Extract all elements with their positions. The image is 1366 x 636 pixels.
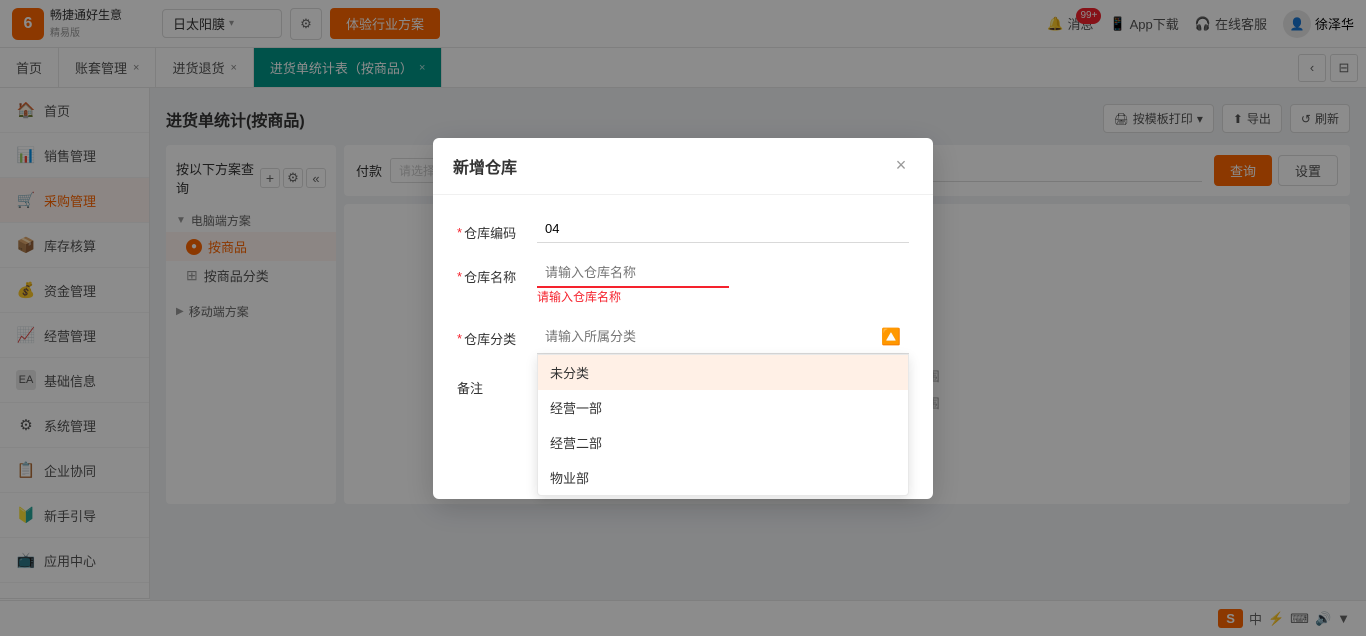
- modal-overlay[interactable]: 新增仓库 × * 仓库编码 * 仓库名称: [0, 0, 1366, 636]
- modal-body: * 仓库编码 * 仓库名称 请输入仓库名称: [433, 195, 933, 434]
- form-row-name: * 仓库名称 请输入仓库名称: [457, 259, 909, 305]
- note-label: 备注: [457, 370, 537, 397]
- warehouse-name-input[interactable]: [537, 259, 729, 288]
- dropdown-item-ops1[interactable]: 经营一部: [538, 390, 908, 425]
- name-input-row: * 仓库名称: [457, 259, 729, 288]
- modal-close-button[interactable]: ×: [889, 154, 913, 178]
- modal-dialog: 新增仓库 × * 仓库编码 * 仓库名称: [433, 138, 933, 499]
- dropdown-item-property[interactable]: 物业部: [538, 460, 908, 495]
- warehouse-code-input[interactable]: [537, 215, 909, 243]
- dropdown-item-unclassified[interactable]: 未分类: [538, 355, 908, 390]
- form-row-code: * 仓库编码: [457, 215, 909, 243]
- name-label: * 仓库名称: [457, 259, 537, 286]
- modal-title: 新增仓库: [453, 154, 517, 178]
- required-star3: *: [457, 331, 462, 346]
- code-label: * 仓库编码: [457, 215, 537, 242]
- required-star: *: [457, 225, 462, 240]
- name-error-msg: 请输入仓库名称: [537, 288, 621, 305]
- modal-header: 新增仓库 ×: [433, 138, 933, 195]
- dropdown-item-ops2[interactable]: 经营二部: [538, 425, 908, 460]
- category-label: * 仓库分类: [457, 321, 537, 348]
- category-dropdown-trigger[interactable]: 🔼: [537, 321, 909, 354]
- form-row-category: * 仓库分类 🔼 未分类 经营一部 经营二部 物业部: [457, 321, 909, 354]
- dropdown-up-icon: 🔼: [881, 327, 901, 347]
- category-input-wrap: 🔼 未分类 经营一部 经营二部 物业部: [537, 321, 909, 354]
- category-dropdown-list: 未分类 经营一部 经营二部 物业部: [537, 354, 909, 496]
- required-star2: *: [457, 269, 462, 284]
- category-input[interactable]: [545, 329, 881, 344]
